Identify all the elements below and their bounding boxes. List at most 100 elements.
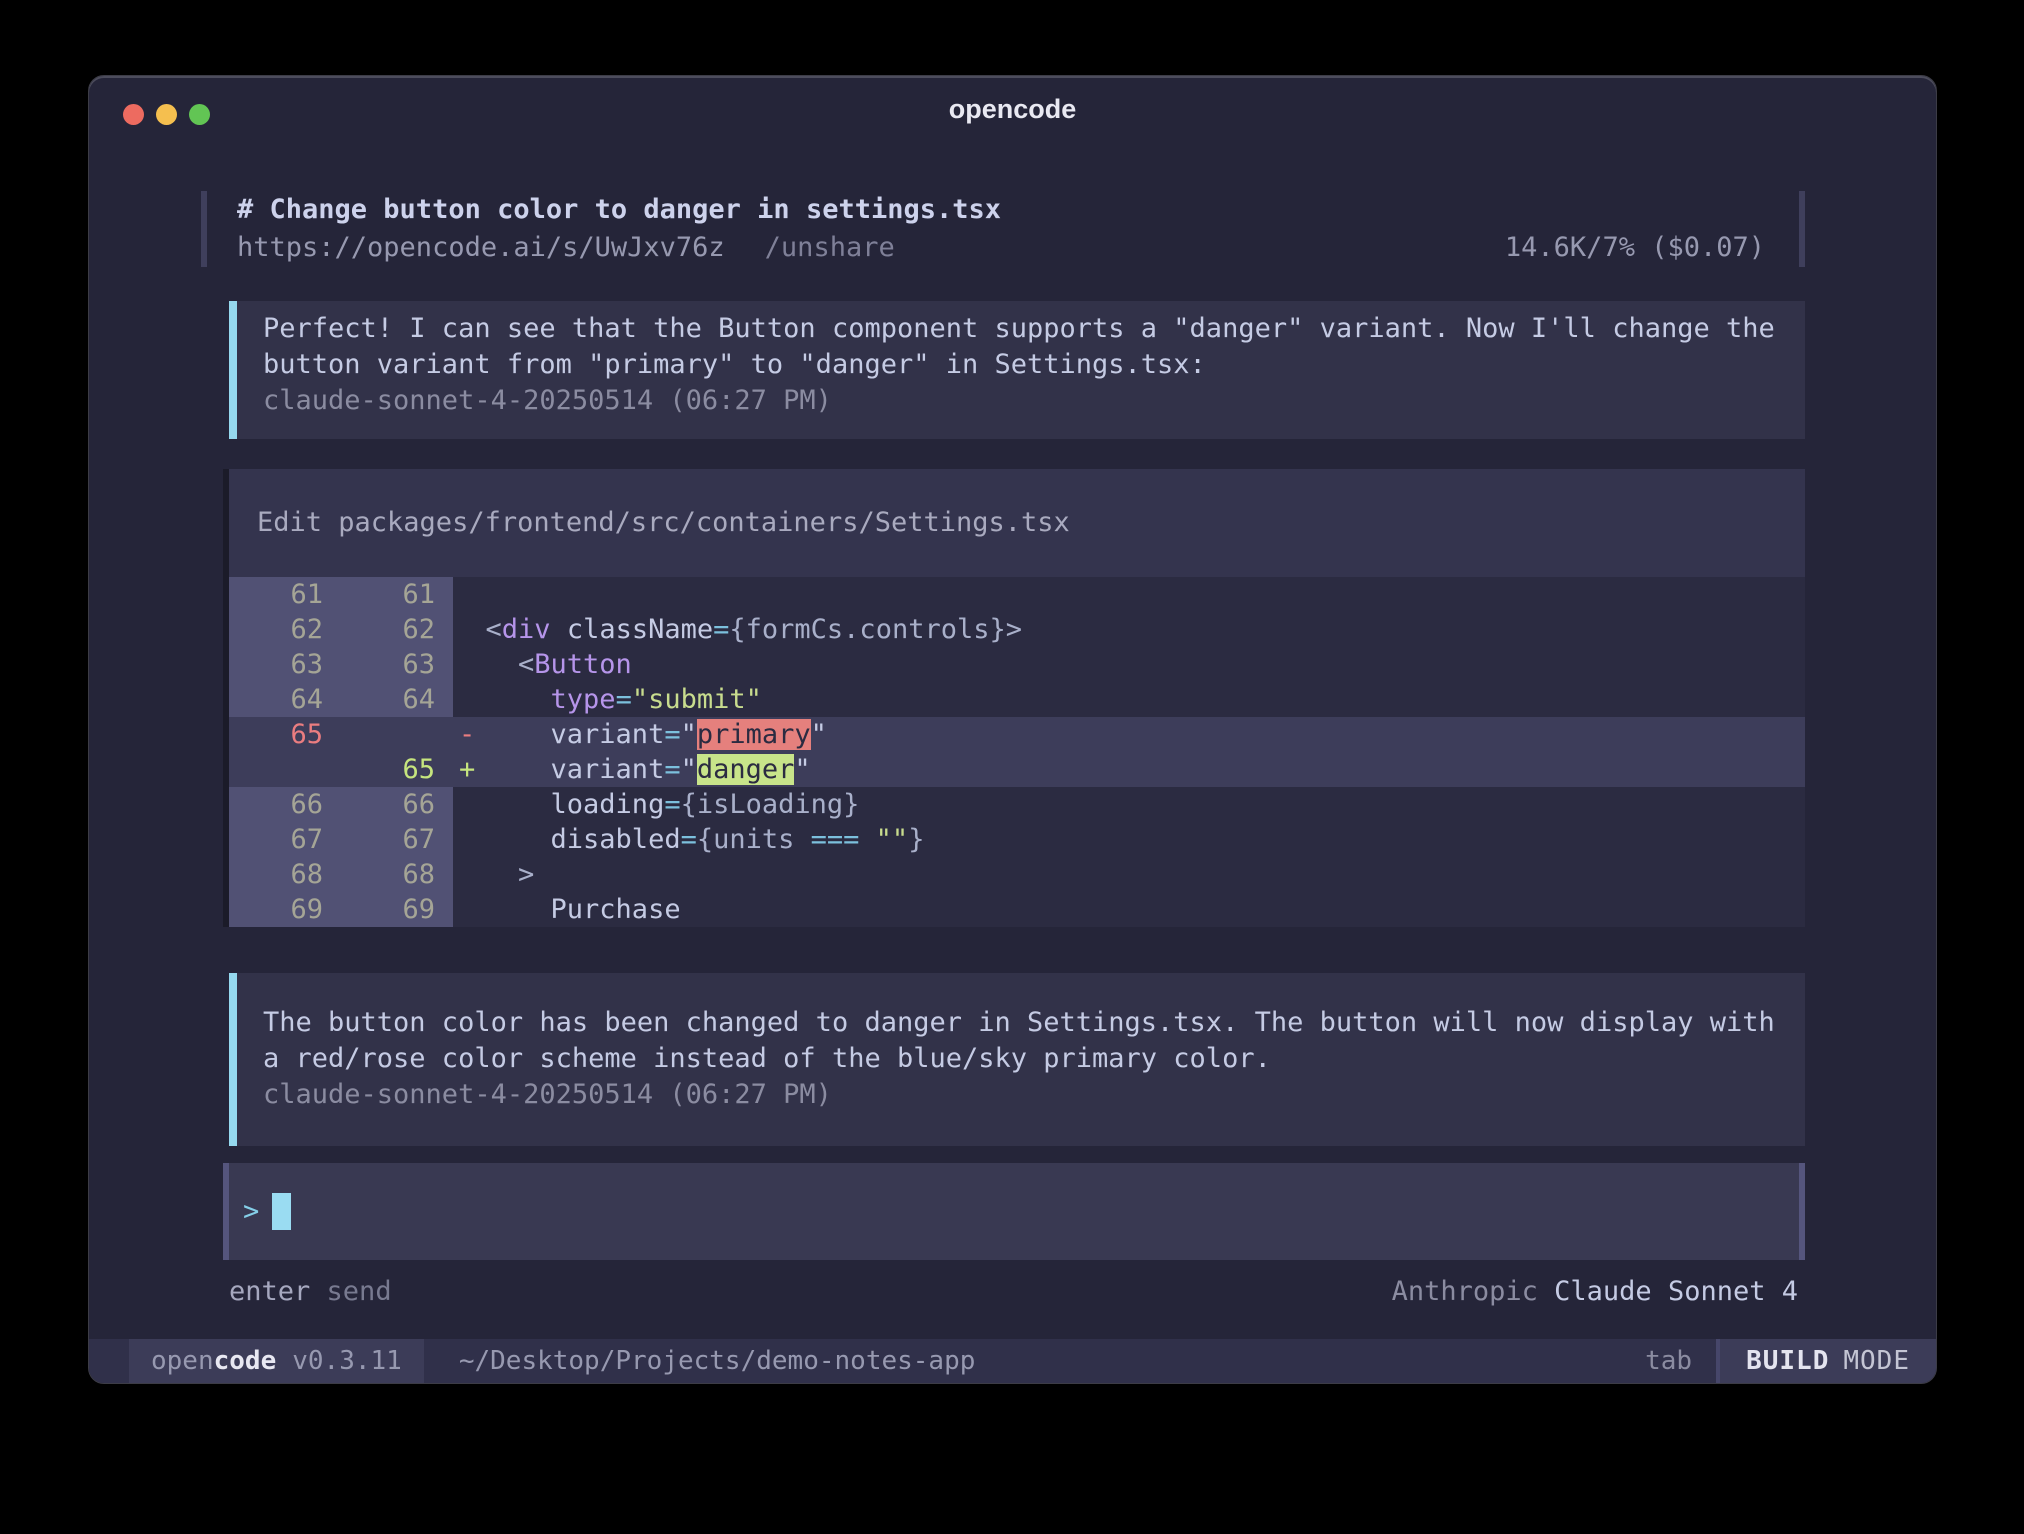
new-line-number: 63 [341, 647, 453, 682]
code-token: className [551, 614, 714, 645]
old-line-number: 69 [229, 892, 341, 927]
new-line-number: 65 [341, 752, 453, 787]
diff-row: 6666 loading={isLoading} [229, 787, 1805, 822]
close-button[interactable] [123, 104, 144, 125]
app-version-chip: opencode v0.3.11 [129, 1339, 424, 1383]
new-line-number [341, 717, 453, 752]
old-line-number: 64 [229, 682, 341, 717]
diff-row: 6363 <Button [229, 647, 1805, 682]
assistant-message: Perfect! I can see that the Button compo… [229, 301, 1805, 439]
diff-code-line: <div className={formCs.controls}> [453, 612, 1805, 647]
diff-code-line: - variant="primary" [453, 717, 1805, 752]
code-token: = [681, 824, 697, 855]
titlebar: opencode [89, 76, 1936, 136]
new-line-number: 66 [341, 787, 453, 822]
session-title: # Change button color to danger in setti… [237, 191, 1805, 229]
diff-row: 6161 [229, 577, 1805, 612]
old-line-number: 61 [229, 577, 341, 612]
hint-key: enter [229, 1276, 310, 1307]
diff-row: 6262 <div className={formCs.controls}> [229, 612, 1805, 647]
diff-code-line: > [453, 857, 1805, 892]
edit-tool-block: Edit packages/frontend/src/containers/Se… [223, 469, 1805, 927]
status-bar-left: opencode v0.3.11 ~/Desktop/Projects/demo… [89, 1339, 975, 1383]
code-token: primary [697, 719, 811, 750]
minimize-button[interactable] [156, 104, 177, 125]
code-token: disabled [453, 824, 681, 855]
message-line: The button color has been changed to dan… [263, 1005, 1805, 1041]
prompt-input[interactable]: > [223, 1163, 1805, 1260]
code-token: type [453, 684, 616, 715]
code-token: danger [697, 754, 795, 785]
status-bar: opencode v0.3.11 ~/Desktop/Projects/demo… [89, 1339, 1936, 1383]
traffic-lights [123, 104, 210, 125]
hint-action: send [327, 1276, 392, 1307]
removed-marker: - [459, 717, 475, 752]
diff-code-line: loading={isLoading} [453, 787, 1805, 822]
zoom-button[interactable] [189, 104, 210, 125]
diff-code-line: + variant="danger" [453, 752, 1805, 787]
code-token: = [713, 614, 729, 645]
code-token: " [811, 719, 827, 750]
working-directory: ~/Desktop/Projects/demo-notes-app [459, 1339, 976, 1383]
new-line-number: 69 [341, 892, 453, 927]
new-line-number: 68 [341, 857, 453, 892]
diff-code-line: <Button [453, 647, 1805, 682]
diff-row: 6464 type="submit" [229, 682, 1805, 717]
code-token: } [908, 824, 924, 855]
code-token: {units [697, 824, 811, 855]
session-header-row: https://opencode.ai/s/UwJxv76z /unshare … [237, 229, 1805, 267]
new-line-number: 64 [341, 682, 453, 717]
brand-prefix: open [151, 1346, 214, 1376]
model-indicator[interactable]: Anthropic Claude Sonnet 4 [1392, 1274, 1798, 1310]
message-meta: claude-sonnet-4-20250514 (06:27 PM) [263, 1077, 1805, 1113]
diff-code-line: Purchase [453, 892, 1805, 927]
old-line-number: 66 [229, 787, 341, 822]
diff-code-line: type="submit" [453, 682, 1805, 717]
old-line-number: 63 [229, 647, 341, 682]
added-marker: + [459, 752, 475, 787]
prompt-symbol: > [243, 1196, 259, 1227]
old-line-number: 62 [229, 612, 341, 647]
status-bar-right: tab BUILD MODE [1645, 1339, 1936, 1383]
assistant-message: The button color has been changed to dan… [229, 973, 1805, 1146]
code-token: variant [453, 754, 664, 785]
code-token: loading [453, 789, 664, 820]
opencode-window: opencode # Change button color to danger… [88, 75, 1937, 1384]
old-line-number: 68 [229, 857, 341, 892]
code-token: Button [534, 649, 632, 680]
old-line-number: 67 [229, 822, 341, 857]
diff-row: 65- variant="primary" [229, 717, 1805, 752]
app-version: v0.3.11 [292, 1346, 402, 1376]
code-token: = [664, 754, 680, 785]
message-meta: claude-sonnet-4-20250514 (06:27 PM) [263, 383, 1805, 419]
message-line: a red/rose color scheme instead of the b… [263, 1041, 1805, 1077]
tab-hint: tab [1645, 1339, 1692, 1383]
send-hint: enter send [229, 1274, 392, 1310]
diff-row: 6969 Purchase [229, 892, 1805, 927]
message-line: Perfect! I can see that the Button compo… [263, 311, 1805, 347]
code-token: Purchase [453, 894, 681, 925]
code-token: = [664, 719, 680, 750]
diff-code-line [453, 577, 1805, 612]
model-name: Claude Sonnet 4 [1554, 1276, 1798, 1307]
code-token: variant [453, 719, 664, 750]
new-line-number: 61 [341, 577, 453, 612]
new-line-number: 62 [341, 612, 453, 647]
brand-suffix: code [214, 1346, 277, 1376]
diff-row: 6868 > [229, 857, 1805, 892]
mode-toggle[interactable]: BUILD MODE [1720, 1339, 1936, 1383]
window-title: opencode [949, 94, 1077, 125]
new-line-number: 67 [341, 822, 453, 857]
share-url[interactable]: https://opencode.ai/s/UwJxv76z [237, 229, 725, 267]
code-token: " [681, 719, 697, 750]
code-token: {isLoading} [681, 789, 860, 820]
code-token: < [453, 649, 534, 680]
diff-row: 6767 disabled={units === ""} [229, 822, 1805, 857]
old-line-number [229, 752, 341, 787]
code-token: = [616, 684, 632, 715]
diff-code-line: disabled={units === ""} [453, 822, 1805, 857]
code-token: > [453, 859, 534, 890]
code-token: "submit" [632, 684, 762, 715]
session-header: # Change button color to danger in setti… [201, 191, 1805, 267]
unshare-command[interactable]: /unshare [765, 229, 895, 267]
